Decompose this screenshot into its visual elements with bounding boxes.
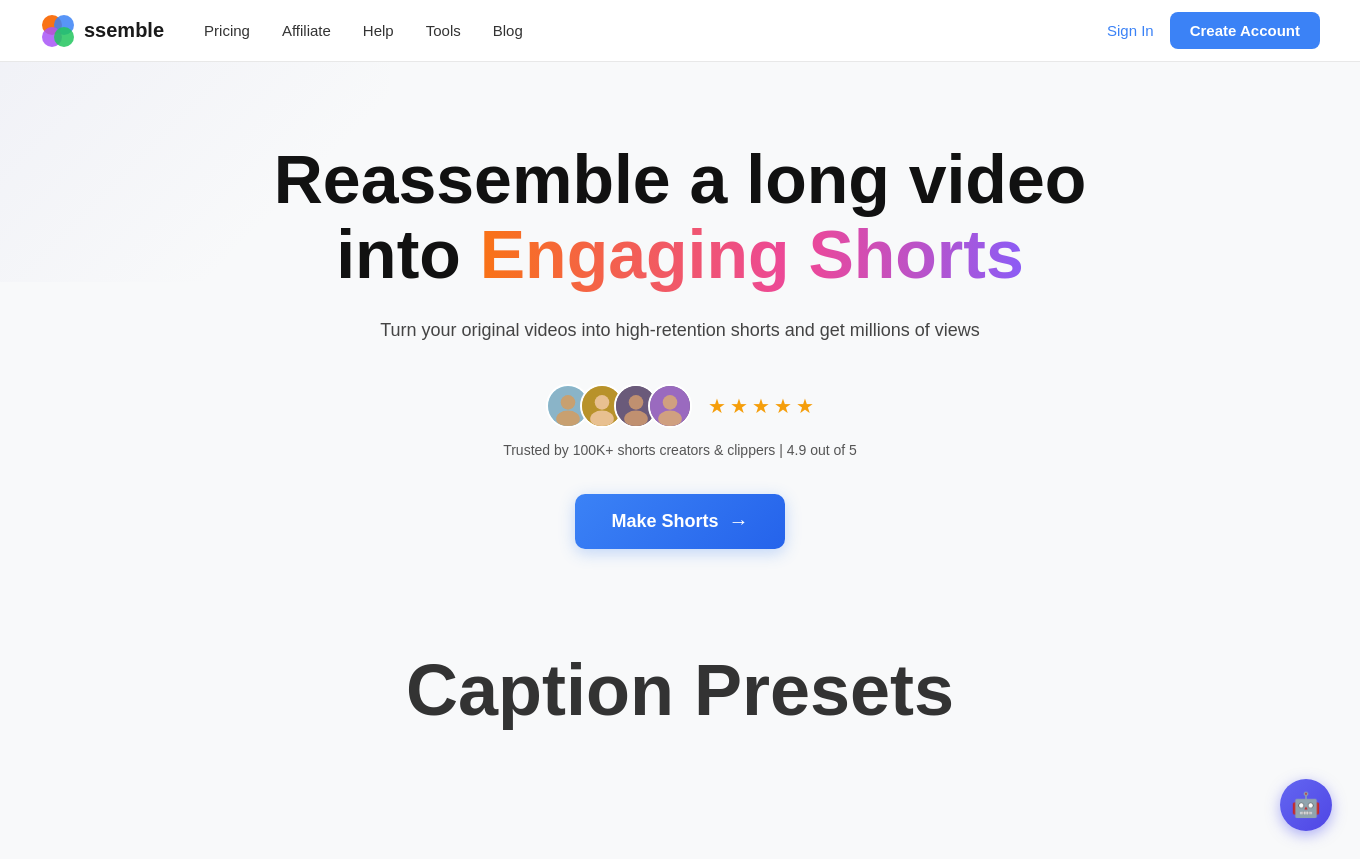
hero-title-into: into — [336, 216, 480, 292]
ssemble-logo-icon — [40, 13, 76, 49]
star-2: ★ — [730, 394, 748, 418]
cta-arrow-icon: → — [729, 510, 749, 533]
nav-item-blog[interactable]: Blog — [493, 22, 523, 40]
star-4: ★ — [774, 394, 792, 418]
logo-text: ssemble — [84, 19, 164, 42]
star-3: ★ — [752, 394, 770, 418]
partial-section: Caption Presets — [0, 609, 1360, 731]
svg-point-9 — [590, 411, 614, 427]
nav-item-tools[interactable]: Tools — [426, 22, 461, 40]
hero-title-shorts: Shorts — [808, 216, 1023, 292]
cta-label: Make Shorts — [611, 511, 718, 532]
star-rating: ★ ★ ★ ★ ★ — [708, 394, 814, 418]
sign-in-button[interactable]: Sign In — [1107, 22, 1154, 39]
svg-point-6 — [556, 411, 580, 427]
svg-point-15 — [658, 411, 682, 427]
nav-item-affiliate[interactable]: Affiliate — [282, 22, 331, 40]
hero-subtitle: Turn your original videos into high-rete… — [380, 316, 980, 345]
star-1: ★ — [708, 394, 726, 418]
svg-point-3 — [54, 27, 74, 47]
make-shorts-button[interactable]: Make Shorts → — [575, 494, 784, 549]
svg-point-14 — [663, 395, 678, 410]
trust-text: Trusted by 100K+ shorts creators & clipp… — [503, 442, 857, 458]
social-proof: ★ ★ ★ ★ ★ — [546, 384, 814, 428]
nav-links: Pricing Affiliate Help Tools Blog — [204, 22, 523, 40]
logo-link[interactable]: ssemble — [40, 13, 164, 49]
navbar: ssemble Pricing Affiliate Help Tools Blo… — [0, 0, 1360, 62]
svg-point-8 — [595, 395, 610, 410]
hero-title: Reassemble a long video into Engaging Sh… — [274, 142, 1087, 292]
create-account-button[interactable]: Create Account — [1170, 12, 1320, 49]
svg-point-12 — [624, 411, 648, 427]
hero-section: Reassemble a long video into Engaging Sh… — [0, 62, 1360, 609]
nav-item-pricing[interactable]: Pricing — [204, 22, 250, 40]
svg-point-5 — [561, 395, 576, 410]
star-5: ★ — [796, 394, 814, 418]
nav-item-help[interactable]: Help — [363, 22, 394, 40]
hero-title-line1: Reassemble a long video — [274, 141, 1087, 217]
caption-presets-title: Caption Presets — [40, 649, 1320, 731]
navbar-left: ssemble Pricing Affiliate Help Tools Blo… — [40, 13, 523, 49]
avatar-4 — [648, 384, 692, 428]
navbar-right: Sign In Create Account — [1107, 12, 1320, 49]
hero-title-line2: into Engaging Shorts — [274, 217, 1087, 292]
hero-title-engaging: Engaging — [480, 216, 790, 292]
svg-point-11 — [629, 395, 644, 410]
avatar-group — [546, 384, 692, 428]
